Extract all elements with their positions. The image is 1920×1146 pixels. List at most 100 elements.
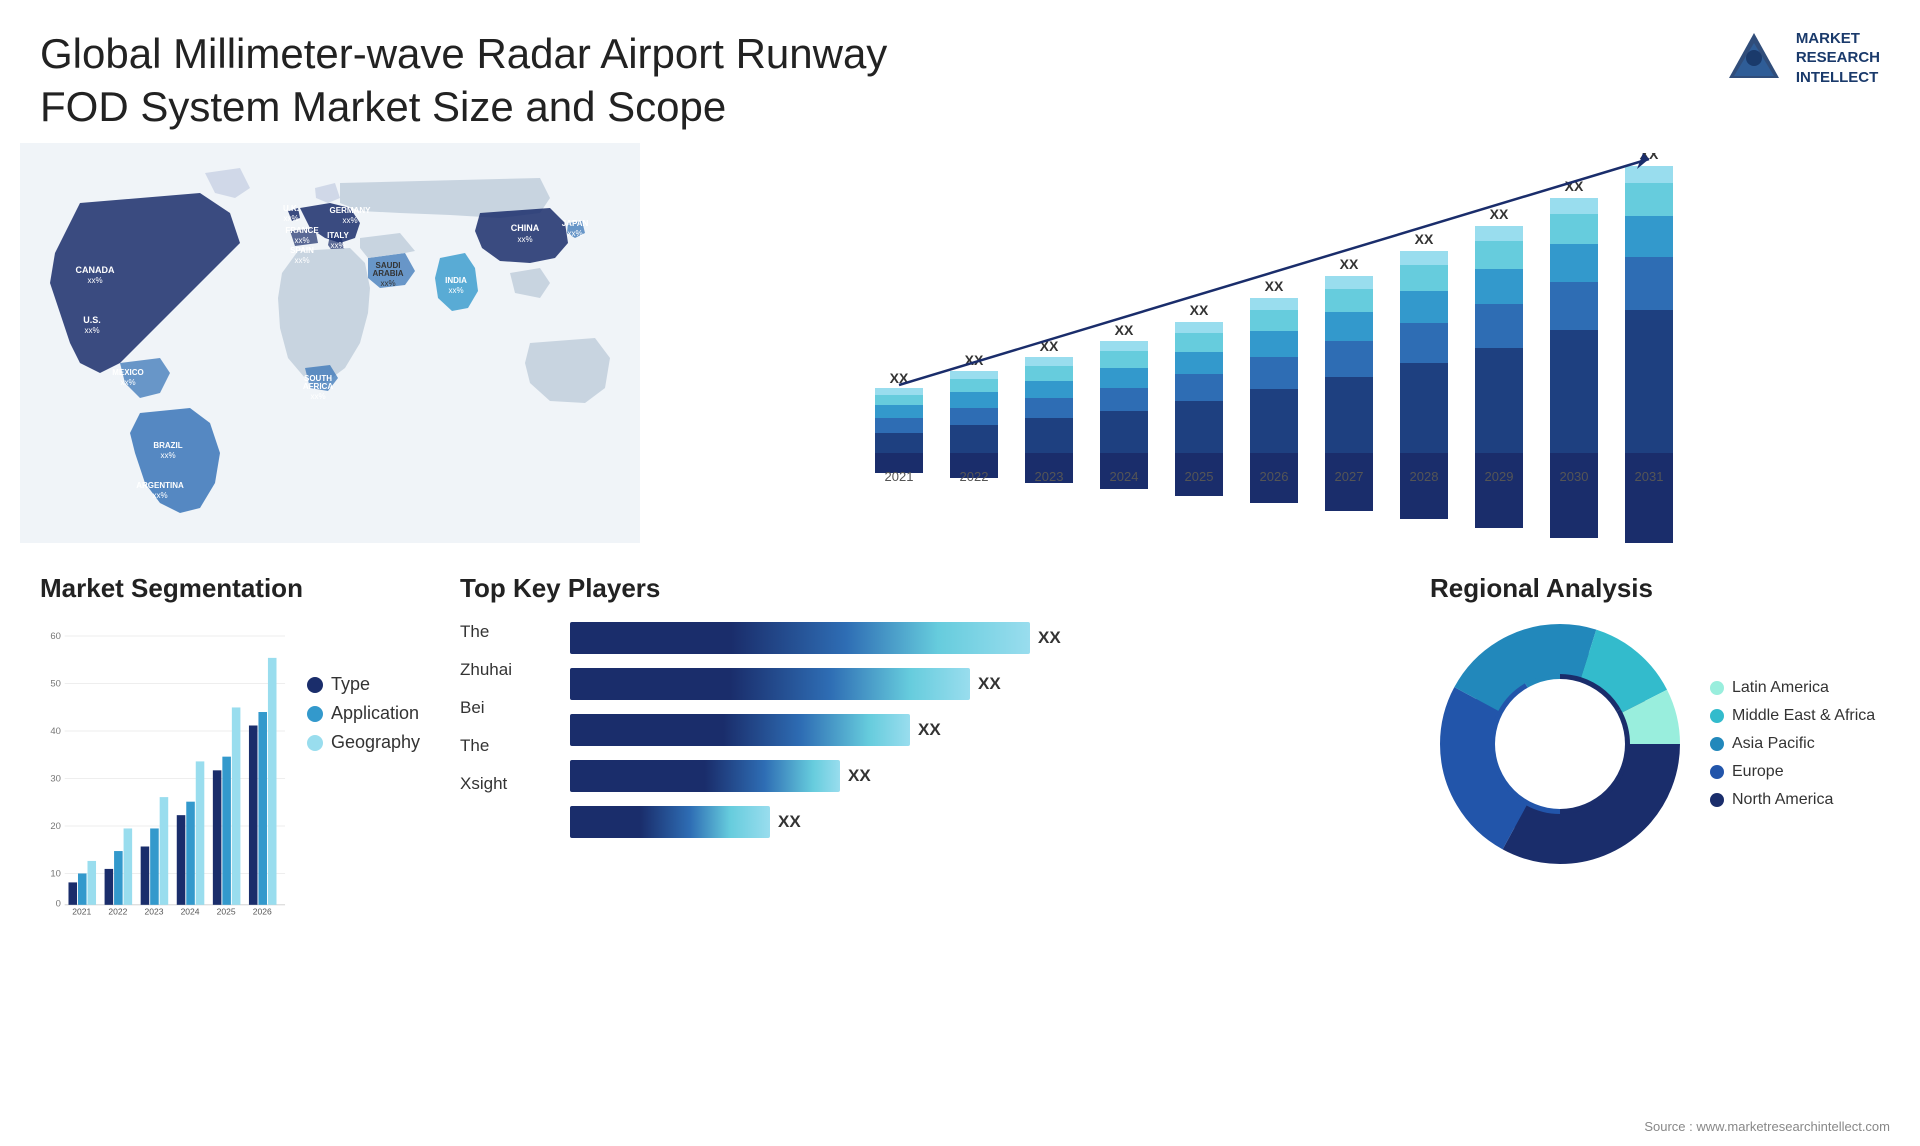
bar-chart-section: XX 2021 XX 2022 XX 2023 — [640, 143, 1900, 563]
player-bar-row-1: XX — [570, 668, 1400, 700]
player-bar-row-3: XX — [570, 760, 1400, 792]
svg-text:xx%: xx% — [120, 378, 135, 387]
source-text: Source : www.marketresearchintellect.com — [1644, 1119, 1890, 1134]
svg-text:50: 50 — [50, 678, 61, 689]
segmentation-chart: 60 50 40 30 20 10 0 — [40, 614, 287, 924]
header: Global Millimeter-wave Radar Airport Run… — [0, 0, 1920, 143]
donut-legend: Latin America Middle East & Africa Asia … — [1710, 679, 1875, 809]
segmentation-section: Market Segmentation 60 50 40 30 20 10 0 — [20, 573, 440, 1123]
svg-text:60: 60 — [50, 631, 61, 642]
legend-mea: Middle East & Africa — [1710, 707, 1875, 725]
svg-text:2031: 2031 — [1635, 469, 1664, 484]
svg-text:GERMANY: GERMANY — [330, 206, 372, 215]
player-bar-label-2: XX — [918, 720, 941, 740]
svg-text:2023: 2023 — [144, 906, 163, 916]
svg-text:0: 0 — [56, 899, 61, 910]
svg-text:XX: XX — [1490, 206, 1509, 222]
legend-europe: Europe — [1710, 763, 1875, 781]
svg-text:XX: XX — [1415, 231, 1434, 247]
player-bar-3 — [570, 760, 840, 792]
svg-text:2026: 2026 — [253, 906, 272, 916]
player-bar-label-4: XX — [778, 812, 801, 832]
svg-text:2021: 2021 — [885, 469, 914, 484]
svg-text:2024: 2024 — [181, 906, 200, 916]
growth-bar-chart: XX 2021 XX 2022 XX 2023 — [660, 153, 1870, 543]
legend-text-latin: Latin America — [1732, 679, 1829, 697]
player-bar-4 — [570, 806, 770, 838]
legend-dot-geography — [307, 735, 323, 751]
svg-text:2021: 2021 — [72, 906, 91, 916]
segmentation-legend: Type Application Geography — [307, 674, 420, 761]
bottom-row: Market Segmentation 60 50 40 30 20 10 0 — [0, 563, 1920, 1123]
legend-label-type: Type — [331, 674, 370, 695]
logo-area: MARKET RESEARCH INTELLECT — [1724, 28, 1880, 88]
svg-text:xx%: xx% — [448, 286, 463, 295]
svg-text:2026: 2026 — [1260, 469, 1289, 484]
svg-text:xx%: xx% — [283, 214, 298, 223]
svg-text:2024: 2024 — [1110, 469, 1139, 484]
key-players-section: Top Key Players The Zhuhai Bei The Xsigh… — [440, 573, 1420, 1123]
legend-north-america: North America — [1710, 791, 1875, 809]
legend-text-asia: Asia Pacific — [1732, 735, 1815, 753]
svg-text:ITALY: ITALY — [327, 231, 349, 240]
player-bar-row-0: XX — [570, 622, 1400, 654]
svg-text:xx%: xx% — [330, 241, 345, 250]
player-bar-label-1: XX — [978, 674, 1001, 694]
svg-text:2025: 2025 — [217, 906, 236, 916]
svg-text:U.K.: U.K. — [283, 204, 299, 213]
svg-text:xx%: xx% — [160, 451, 175, 460]
player-bar-0 — [570, 622, 1030, 654]
svg-text:xx%: xx% — [294, 256, 309, 265]
svg-text:CANADA: CANADA — [76, 265, 115, 275]
regional-section: Regional Analysis — [1420, 573, 1900, 1123]
svg-text:xx%: xx% — [84, 326, 99, 335]
svg-text:XX: XX — [1115, 322, 1134, 338]
player-bar-label-0: XX — [1038, 628, 1061, 648]
main-content-top: CANADA xx% U.S. xx% MEXICO xx% BRAZIL xx… — [0, 143, 1920, 563]
svg-text:2028: 2028 — [1410, 469, 1439, 484]
svg-text:xx%: xx% — [342, 216, 357, 225]
legend-color-mea — [1710, 709, 1724, 723]
svg-text:xx%: xx% — [87, 276, 102, 285]
svg-text:xx%: xx% — [310, 392, 325, 401]
legend-item-application: Application — [307, 703, 420, 724]
legend-text-north-america: North America — [1732, 791, 1833, 809]
svg-text:INDIA: INDIA — [445, 276, 467, 285]
svg-text:XX: XX — [1190, 302, 1209, 318]
legend-item-type: Type — [307, 674, 420, 695]
svg-text:2023: 2023 — [1035, 469, 1064, 484]
svg-text:FRANCE: FRANCE — [285, 226, 319, 235]
legend-color-europe — [1710, 765, 1724, 779]
svg-text:2022: 2022 — [108, 906, 127, 916]
svg-text:10: 10 — [50, 868, 61, 879]
svg-text:BRAZIL: BRAZIL — [153, 441, 182, 450]
svg-text:xx%: xx% — [380, 279, 395, 288]
svg-text:JAPAN: JAPAN — [562, 219, 589, 228]
legend-color-north-america — [1710, 793, 1724, 807]
page-title: Global Millimeter-wave Radar Airport Run… — [40, 28, 940, 133]
legend-label-geography: Geography — [331, 732, 420, 753]
svg-text:xx%: xx% — [567, 229, 582, 238]
svg-text:ARGENTINA: ARGENTINA — [136, 481, 184, 490]
regional-title: Regional Analysis — [1430, 573, 1890, 604]
svg-text:xx%: xx% — [294, 236, 309, 245]
svg-text:2022: 2022 — [960, 469, 989, 484]
legend-color-latin — [1710, 681, 1724, 695]
donut-container: Latin America Middle East & Africa Asia … — [1430, 614, 1890, 874]
svg-text:U.S.: U.S. — [83, 315, 101, 325]
segmentation-title: Market Segmentation — [40, 573, 420, 604]
legend-asia-pacific: Asia Pacific — [1710, 735, 1875, 753]
player-name-3: The — [460, 736, 540, 756]
svg-text:MEXICO: MEXICO — [112, 368, 144, 377]
svg-text:xx%: xx% — [152, 491, 167, 500]
world-map-svg: CANADA xx% U.S. xx% MEXICO xx% BRAZIL xx… — [20, 143, 640, 543]
svg-text:AFRICA: AFRICA — [303, 382, 333, 391]
players-names: The Zhuhai Bei The Xsight — [460, 614, 540, 838]
legend-dot-type — [307, 677, 323, 693]
legend-item-geography: Geography — [307, 732, 420, 753]
svg-text:2025: 2025 — [1185, 469, 1214, 484]
player-name-0: The — [460, 622, 540, 642]
legend-text-mea: Middle East & Africa — [1732, 707, 1875, 725]
players-bars-container: XX XX XX XX XX — [570, 622, 1400, 838]
logo-icon — [1724, 28, 1784, 88]
